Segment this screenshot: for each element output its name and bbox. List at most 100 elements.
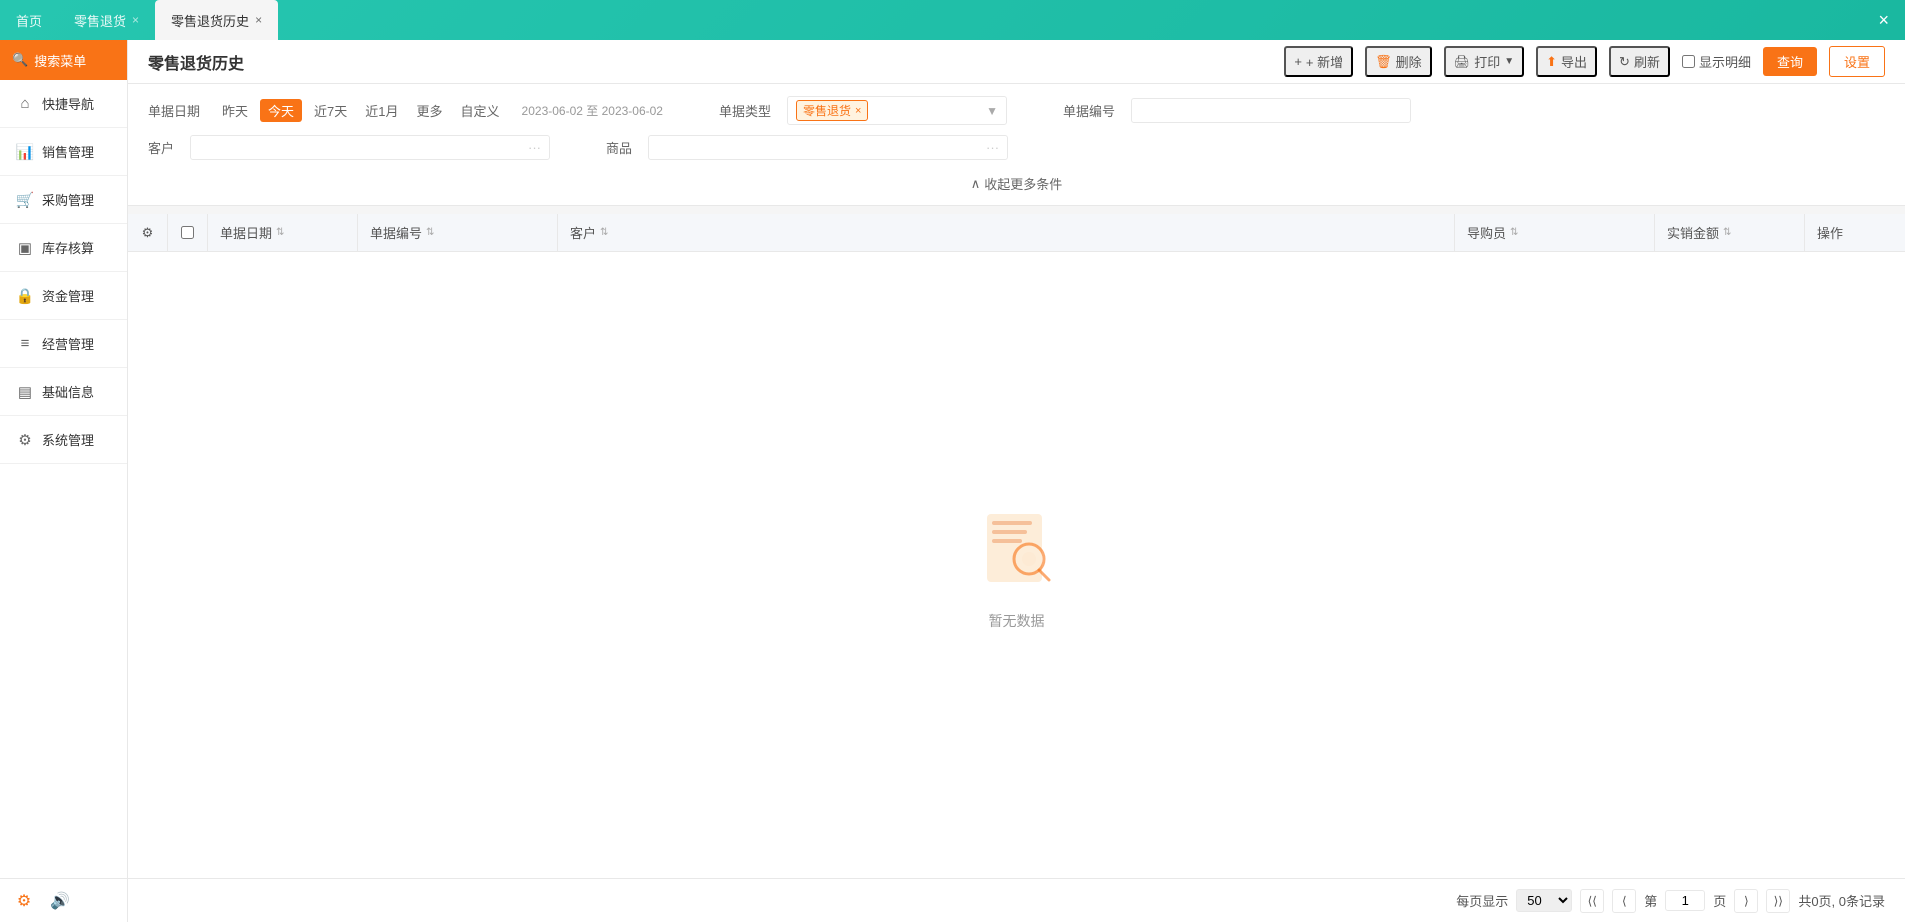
sidebar-item-finance[interactable]: 🔒 资金管理 <box>0 272 127 320</box>
select-all-checkbox[interactable] <box>181 226 194 239</box>
print-icon: 🖨 <box>1454 54 1471 70</box>
sidebar-operations-label: 经营管理 <box>42 334 94 353</box>
sidebar-sales-label: 销售管理 <box>42 142 94 161</box>
purchase-icon: 🛒 <box>16 191 34 209</box>
tab-home-label: 首页 <box>16 11 42 30</box>
th-checkbox[interactable] <box>168 214 208 251</box>
tab-retail-return-history-close[interactable]: × <box>255 13 262 27</box>
th-number-sort[interactable]: ⇅ <box>426 227 434 238</box>
tab-retail-return-label: 零售退货 <box>74 11 126 30</box>
goods-ellipsis: ··· <box>986 140 999 155</box>
th-amount: 实销金额 ⇅ <box>1655 214 1805 251</box>
settings-button[interactable]: 设置 <box>1829 46 1885 77</box>
sidebar-item-basic-info[interactable]: ▤ 基础信息 <box>0 368 127 416</box>
last-page-button[interactable]: ⟩⟩ <box>1766 889 1790 913</box>
date-range-display: 2023-06-02 至 2023-06-02 <box>522 102 663 119</box>
th-settings[interactable]: ⚙ <box>128 214 168 251</box>
date-opt-7days[interactable]: 近7天 <box>308 99 353 122</box>
collapse-icon: ∧ <box>971 176 981 192</box>
tab-bar: 首页 零售退货 × 零售退货历史 × <box>0 0 1878 40</box>
speaker-bottom-icon[interactable]: 🔊 <box>48 889 72 913</box>
per-page-label: 每页显示 <box>1456 891 1508 910</box>
sidebar-item-system[interactable]: ⚙ 系统管理 <box>0 416 127 464</box>
query-button[interactable]: 查询 <box>1763 47 1817 76</box>
th-customer: 客户 ⇅ <box>558 214 1455 251</box>
print-button[interactable]: 🖨 打印 ▼ <box>1444 46 1524 77</box>
delete-label: 删除 <box>1396 52 1422 71</box>
show-detail-checkbox-label[interactable]: 显示明细 <box>1682 52 1751 71</box>
first-page-button[interactable]: ⟨⟨ <box>1580 889 1604 913</box>
collapse-area: ∧ 收起更多条件 <box>148 170 1885 193</box>
th-date: 单据日期 ⇅ <box>208 214 358 251</box>
page-label: 第 <box>1644 891 1657 910</box>
filter-area: 单据日期 昨天 今天 近7天 近1月 更多 自定义 2023-06-02 至 2… <box>128 84 1905 206</box>
collapse-button[interactable]: ∧ 收起更多条件 <box>971 174 1063 193</box>
sidebar-quick-nav-label: 快捷导航 <box>42 94 94 113</box>
delete-button[interactable]: 🗑 删除 <box>1365 46 1432 77</box>
date-opt-yesterday[interactable]: 昨天 <box>216 99 254 122</box>
date-opt-more[interactable]: 更多 <box>411 99 449 122</box>
doc-type-filter[interactable]: 零售退货 × ▼ <box>787 96 1007 125</box>
tab-retail-return-close[interactable]: × <box>132 13 139 27</box>
th-amount-label: 实销金额 <box>1667 223 1719 242</box>
sidebar-search-label: 搜索菜单 <box>34 51 86 70</box>
th-date-label: 单据日期 <box>220 223 272 242</box>
customer-filter-label: 客户 <box>148 138 174 157</box>
th-amount-sort[interactable]: ⇅ <box>1723 227 1731 238</box>
settings-bottom-icon[interactable]: ⚙ <box>12 889 36 913</box>
sidebar-item-inventory[interactable]: ▣ 库存核算 <box>0 224 127 272</box>
refresh-button[interactable]: ↻ 刷新 <box>1609 46 1670 77</box>
date-opt-custom[interactable]: 自定义 <box>455 99 506 122</box>
show-detail-checkbox[interactable] <box>1682 55 1695 68</box>
page-title: 零售退货历史 <box>148 50 1284 74</box>
th-actions-label: 操作 <box>1817 223 1843 242</box>
prev-page-button[interactable]: ⟨ <box>1612 889 1636 913</box>
doc-number-label: 单据编号 <box>1063 101 1115 120</box>
per-page-select[interactable]: 10 20 50 100 <box>1516 889 1572 912</box>
add-button[interactable]: + + 新增 <box>1284 46 1353 77</box>
doc-type-dropdown-icon[interactable]: ▼ <box>986 104 998 118</box>
page-header: 零售退货历史 + + 新增 🗑 删除 🖨 打印 ▼ ⬆ 导出 <box>128 40 1905 84</box>
th-customer-sort[interactable]: ⇅ <box>600 227 608 238</box>
sidebar-item-quick-nav[interactable]: ⌂ 快捷导航 <box>0 80 127 128</box>
window-close-button[interactable]: × <box>1878 10 1889 31</box>
export-label: 导出 <box>1561 52 1587 71</box>
th-customer-label: 客户 <box>570 223 596 242</box>
doc-number-input[interactable] <box>1131 98 1411 123</box>
th-date-sort[interactable]: ⇅ <box>276 227 284 238</box>
date-opt-1month[interactable]: 近1月 <box>359 99 404 122</box>
sidebar-finance-label: 资金管理 <box>42 286 94 305</box>
filter-row-2: 客户 ··· 商品 ··· <box>148 135 1885 160</box>
table-header: ⚙ 单据日期 ⇅ 单据编号 ⇅ 客户 ⇅ 导购员 ⇅ <box>128 214 1905 252</box>
total-label: 共0页, 0条记录 <box>1798 891 1885 910</box>
doc-type-tag-close[interactable]: × <box>855 105 861 117</box>
empty-state: 暂无数据 <box>128 252 1905 878</box>
inventory-icon: ▣ <box>16 239 34 257</box>
th-guide: 导购员 ⇅ <box>1455 214 1655 251</box>
date-filter-label: 单据日期 <box>148 101 200 120</box>
sidebar-item-sales[interactable]: 📊 销售管理 <box>0 128 127 176</box>
tab-retail-return-history[interactable]: 零售退货历史 × <box>155 0 278 40</box>
search-icon: 🔍 <box>12 52 28 68</box>
date-opt-today[interactable]: 今天 <box>260 99 302 122</box>
page-input[interactable] <box>1665 890 1705 911</box>
doc-type-tag-value: 零售退货 <box>803 102 851 119</box>
goods-input[interactable]: ··· <box>648 135 1008 160</box>
show-detail-label: 显示明细 <box>1699 52 1751 71</box>
delete-icon: 🗑 <box>1375 54 1392 70</box>
sidebar-item-purchase[interactable]: 🛒 采购管理 <box>0 176 127 224</box>
sidebar-item-operations[interactable]: ≡ 经营管理 <box>0 320 127 368</box>
finance-icon: 🔒 <box>16 287 34 305</box>
th-guide-sort[interactable]: ⇅ <box>1510 227 1518 238</box>
next-page-button[interactable]: ⟩ <box>1734 889 1758 913</box>
print-label: 打印 <box>1474 52 1500 71</box>
empty-illustration <box>967 499 1067 599</box>
export-button[interactable]: ⬆ 导出 <box>1536 46 1597 77</box>
th-actions: 操作 <box>1805 214 1905 251</box>
tab-retail-return-history-label: 零售退货历史 <box>171 11 249 30</box>
sidebar-search[interactable]: 🔍 搜索菜单 <box>0 40 127 80</box>
tab-home[interactable]: 首页 <box>0 0 58 40</box>
customer-input[interactable]: ··· <box>190 135 550 160</box>
tab-retail-return[interactable]: 零售退货 × <box>58 0 155 40</box>
page-unit: 页 <box>1713 891 1726 910</box>
